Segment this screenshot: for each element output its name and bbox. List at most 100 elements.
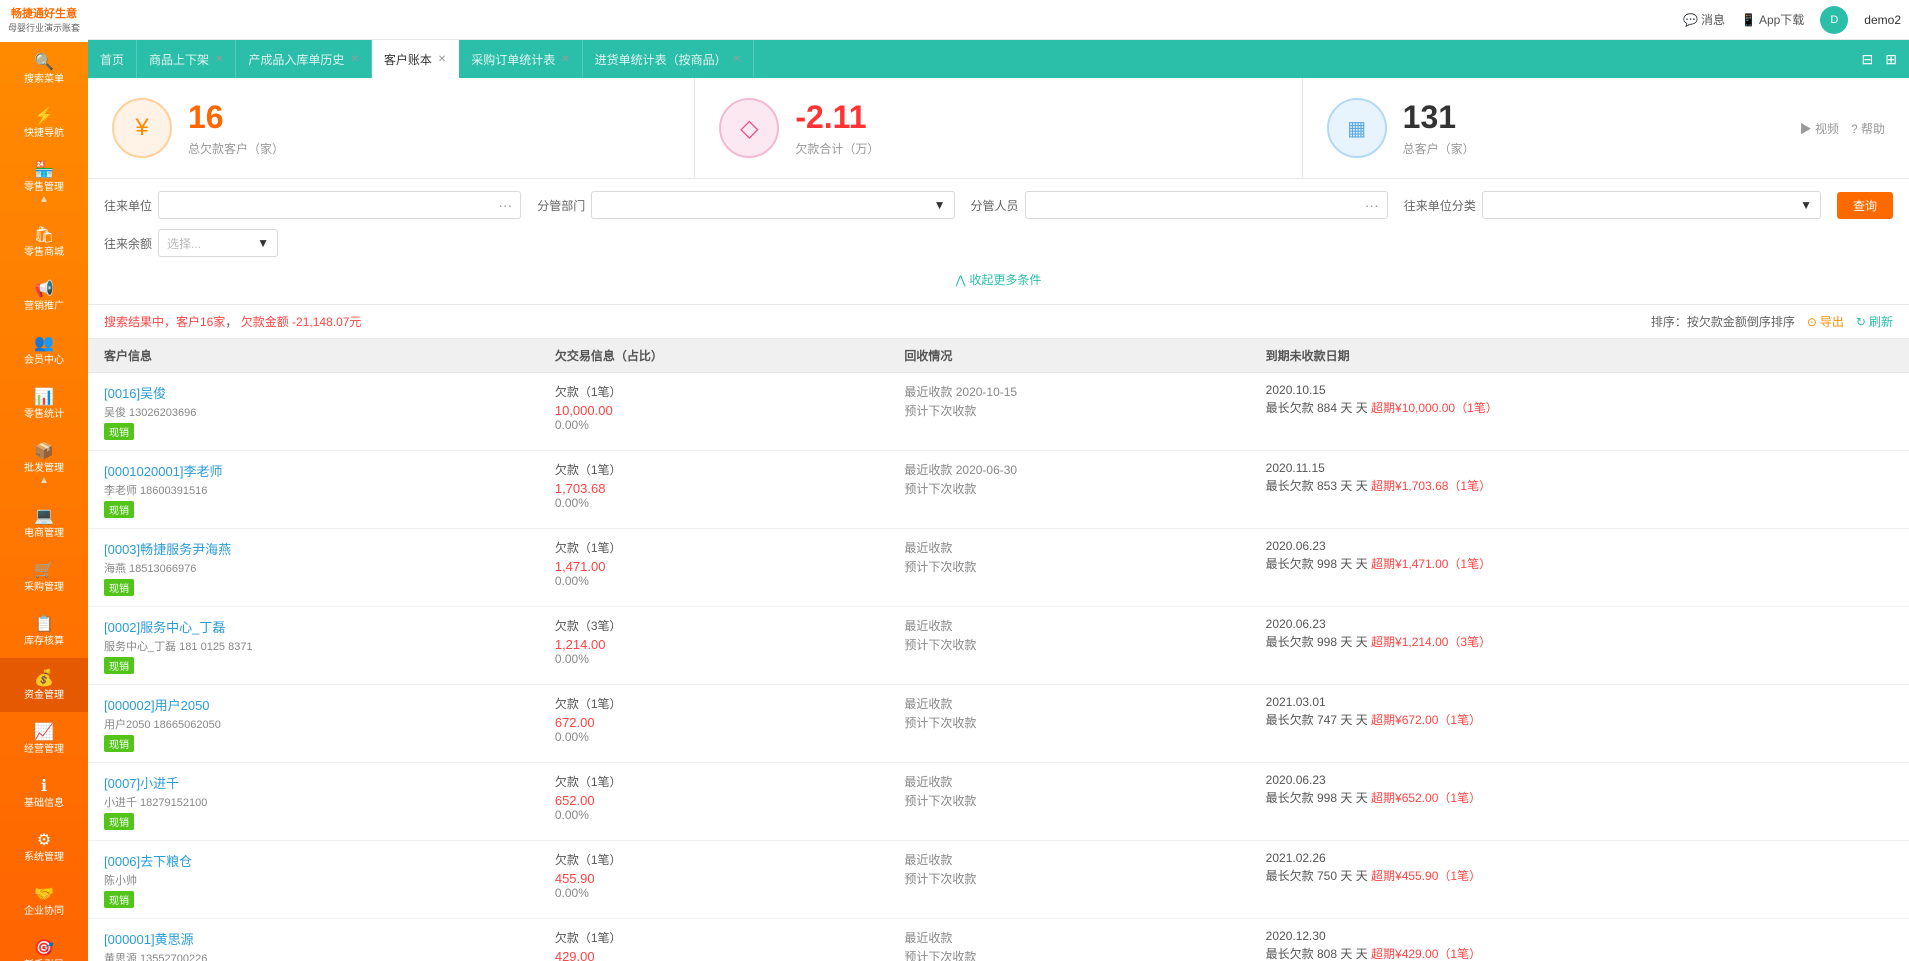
tab-purchase-summary[interactable]: 采购订单统计表 ✕ <box>459 40 582 78</box>
last-payment-date: 最近收款 2020-06-30 <box>904 461 1233 478</box>
cell-overdue-date: 2020.11.15 最长欠款 853 天 天 超期¥1,703.68（1笔） <box>1250 451 1909 529</box>
sidebar-item-new-guide[interactable]: 🎯 新手引导 <box>0 928 88 961</box>
dept-select[interactable]: ▼ <box>591 191 954 219</box>
sort-label[interactable]: 排序：按欠款金额倒序排序 <box>1651 313 1795 330</box>
sidebar-item-batch-mgmt[interactable]: 📦 批发管理 ▲ <box>0 431 88 496</box>
sidebar-item-marketing[interactable]: 📢 营销推广 <box>0 269 88 323</box>
tab-close-import-stats[interactable]: ✕ <box>733 54 741 65</box>
overdue-detail-link[interactable]: 超期¥1,471.00（1笔） <box>1371 557 1491 571</box>
debt-ratio: 0.00% <box>555 730 873 744</box>
debt-count: 欠款（1笔） <box>555 695 873 712</box>
tab-production-history[interactable]: 产成品入库单历史 ✕ <box>236 40 371 78</box>
stat-total-customers: ▦ 131 总客户（家） ▶ 视频 ? 帮助 <box>1303 78 1909 178</box>
sidebar-item-enterprise[interactable]: 🤝 企业协同 <box>0 874 88 928</box>
tab-label-customer-accounts: 客户账本 <box>384 51 432 68</box>
tabs-expand-icon[interactable]: ⊞ <box>1881 49 1901 70</box>
tab-label-purchase-summary: 采购订单统计表 <box>471 51 555 68</box>
user-name[interactable]: demo2 <box>1864 13 1901 27</box>
overdue-detail-link[interactable]: 超期¥10,000.00（1笔） <box>1371 401 1498 415</box>
filter-manager-label: 分管人员 <box>971 197 1019 214</box>
sidebar-item-system[interactable]: ⚙ 系统管理 <box>0 820 88 874</box>
customer-name-link[interactable]: [0001020001]李老师 <box>104 461 523 480</box>
overdue-detail-link[interactable]: 超期¥455.90（1笔） <box>1371 869 1481 883</box>
sidebar-item-purchase-mgmt[interactable]: 🛒 采购管理 <box>0 550 88 604</box>
tab-close-production-history[interactable]: ✕ <box>350 54 358 65</box>
tab-close-customer-accounts[interactable]: ✕ <box>438 54 446 65</box>
customer-name-link[interactable]: [000002]用户2050 <box>104 695 523 714</box>
nav-arrow-retail-mgmt: ▲ <box>39 194 49 205</box>
last-payment-date: 最近收款 <box>904 929 1233 946</box>
manager-dots[interactable]: ··· <box>1365 197 1379 213</box>
customer-name-link[interactable]: [0007]小进千 <box>104 773 523 792</box>
customer-badge: 现销 <box>104 657 134 674</box>
stat-label-overdue-customers: 总欠款客户（家） <box>188 140 284 157</box>
filter-source-unit: 往来单位 ··· <box>104 191 521 219</box>
overdue-detail-link[interactable]: 超期¥652.00（1笔） <box>1371 791 1481 805</box>
nav-icon-marketing: 📢 <box>34 279 54 299</box>
filter-area: 往来单位 ··· 分管部门 ▼ 分管人员 <box>88 179 1909 305</box>
nav-label-search: 搜索菜单 <box>24 74 64 86</box>
sidebar-item-inventory[interactable]: 📋 库存核算 <box>0 604 88 658</box>
customer-name-link[interactable]: [0003]畅捷服务尹海燕 <box>104 539 523 558</box>
debt-count: 欠款（1笔） <box>555 383 873 400</box>
customer-name-link[interactable]: [0002]服务中心_丁磊 <box>104 617 523 636</box>
overdue-days-info: 最长欠款 998 天 天 超期¥652.00（1笔） <box>1266 789 1893 806</box>
customer-sub-info: 用户2050 18665062050 <box>104 716 523 732</box>
next-payment-info: 预计下次收款 <box>904 402 1233 419</box>
sidebar-item-retail-stats[interactable]: 📊 零售统计 <box>0 377 88 431</box>
user-avatar[interactable]: D <box>1820 6 1848 34</box>
app-download-btn[interactable]: 📱 App下载 <box>1741 11 1804 28</box>
collapse-filters-btn[interactable]: ⋀ 收起更多条件 <box>104 267 1893 292</box>
source-unit-input[interactable]: ··· <box>158 191 521 219</box>
tabs-minimize-icon[interactable]: ⊟ <box>1858 49 1878 70</box>
customer-sub-info: 吴俊 13026203696 <box>104 404 523 420</box>
manager-input[interactable]: ··· <box>1025 191 1388 219</box>
app-logo: 畅捷通好生意 母婴行业演示账套 <box>0 0 88 42</box>
result-summary: 搜索结果中，客户16家 <box>104 315 225 329</box>
sidebar-item-search[interactable]: 🔍 搜索菜单 <box>0 42 88 96</box>
debt-ratio: 0.00% <box>555 418 873 432</box>
table-body: [0016]吴俊 吴俊 13026203696 现销 欠款（1笔） 10,000… <box>88 373 1909 961</box>
balance-select[interactable]: 选择... ▼ <box>158 229 278 257</box>
category-select[interactable]: ▼ <box>1482 191 1821 219</box>
sidebar-item-operations[interactable]: 📈 经营管理 <box>0 712 88 766</box>
export-button[interactable]: ⊙ 导出 <box>1807 313 1844 330</box>
tab-close-purchase-summary[interactable]: ✕ <box>561 54 569 65</box>
cell-overdue-date: 2021.03.01 最长欠款 747 天 天 超期¥672.00（1笔） <box>1250 685 1909 763</box>
overdue-detail-link[interactable]: 超期¥1,703.68（1笔） <box>1371 479 1491 493</box>
tab-customer-accounts[interactable]: 客户账本 ✕ <box>372 40 459 78</box>
customer-badge: 现销 <box>104 735 134 752</box>
customer-name-link[interactable]: [0016]吴俊 <box>104 383 523 402</box>
overdue-detail-link[interactable]: 超期¥672.00（1笔） <box>1371 713 1481 727</box>
sidebar-item-retail-store[interactable]: 🛍 零售商城 <box>0 215 88 269</box>
sidebar-item-ecommerce[interactable]: 💻 电商管理 <box>0 496 88 550</box>
col-customer-info: 客户信息 <box>88 339 539 373</box>
message-btn[interactable]: 💬 消息 <box>1683 11 1725 28</box>
sidebar-item-retail-mgmt[interactable]: 🏪 零售管理 ▲ <box>0 150 88 215</box>
sidebar-item-quick-nav[interactable]: ⚡ 快捷导航 <box>0 96 88 150</box>
table-row: [0002]服务中心_丁磊 服务中心_丁磊 181 0125 8371 现销 欠… <box>88 607 1909 685</box>
help-link[interactable]: ? 帮助 <box>1851 120 1885 137</box>
source-unit-dots[interactable]: ··· <box>498 197 512 213</box>
sidebar-item-basic-info[interactable]: ℹ 基础信息 <box>0 766 88 820</box>
tab-products-off[interactable]: 商品上下架 ✕ <box>137 40 236 78</box>
refresh-button[interactable]: ↻ 刷新 <box>1856 313 1893 330</box>
filter-category-label: 往来单位分类 <box>1404 197 1476 214</box>
tab-home[interactable]: 首页 <box>88 40 137 78</box>
overdue-detail-link[interactable]: 超期¥1,214.00（3笔） <box>1371 635 1491 649</box>
tab-import-stats[interactable]: 进货单统计表（按商品） ✕ <box>583 40 754 78</box>
search-button[interactable]: 查询 <box>1837 192 1893 219</box>
sidebar-item-member-center[interactable]: 👥 会员中心 <box>0 323 88 377</box>
customer-name-link[interactable]: [0006]去下粮仓 <box>104 851 523 870</box>
nav-label-inventory: 库存核算 <box>24 636 64 648</box>
overdue-detail-link[interactable]: 超期¥429.00（1笔） <box>1371 947 1481 961</box>
debt-amount: 1,471.00 <box>555 559 873 574</box>
table-row: [0003]畅捷服务尹海燕 海燕 18513066976 现销 欠款（1笔） 1… <box>88 529 1909 607</box>
video-link[interactable]: ▶ 视频 <box>1800 120 1839 137</box>
customer-name-link[interactable]: [000001]黄思源 <box>104 929 523 948</box>
tab-close-products-off[interactable]: ✕ <box>215 54 223 65</box>
sidebar-item-finance[interactable]: 💰 资金管理 <box>0 658 88 712</box>
app-name: 畅捷通好生意 <box>11 8 77 21</box>
dept-select-arrow: ▼ <box>934 198 946 212</box>
export-icon: ⊙ <box>1807 315 1817 329</box>
